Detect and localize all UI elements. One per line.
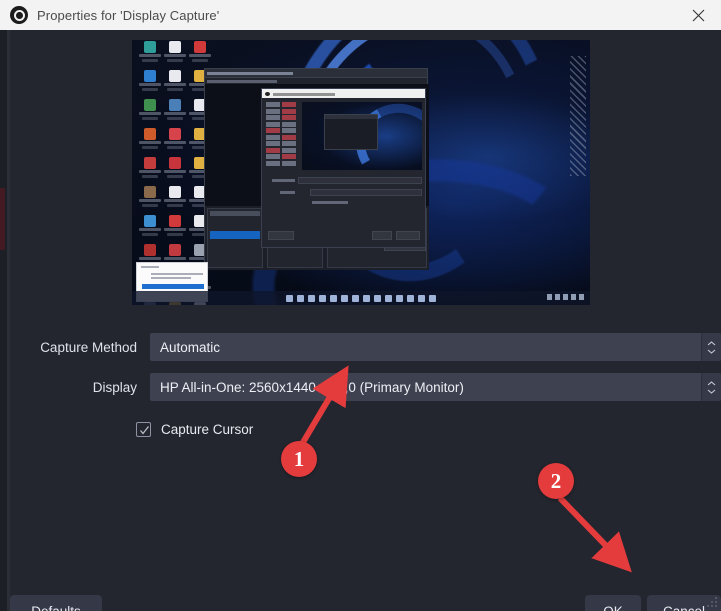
preview-taskbar-icon — [319, 294, 326, 302]
preview-tray-icon — [563, 294, 568, 300]
preview-taskbar-icon — [363, 294, 370, 302]
preview-taskbar — [132, 291, 590, 305]
preview-taskbar-icons — [286, 294, 436, 302]
preview-nested-button — [396, 231, 420, 240]
chevron-down-icon — [707, 389, 716, 394]
desktop-icon — [163, 70, 187, 96]
preview-tray-icon — [571, 294, 576, 300]
chevron-up-icon — [707, 340, 716, 345]
preview-nested-field — [310, 189, 422, 196]
preview-nested-properties-dialog — [261, 88, 426, 248]
display-dropdown[interactable]: HP All-in-One: 2560x1440 @ 0,0 (Primary … — [150, 373, 721, 401]
preview-taskbar-icon — [396, 294, 403, 302]
background-window-sliver — [0, 0, 7, 611]
display-value: HP All-in-One: 2560x1440 @ 0,0 (Primary … — [160, 379, 464, 395]
defaults-button[interactable]: Defaults — [10, 595, 102, 611]
preview-taskbar-icon — [385, 294, 392, 302]
preview-tray-icon — [547, 294, 552, 300]
title-bar[interactable]: Properties for 'Display Capture' — [0, 0, 721, 30]
desktop-icon — [138, 186, 162, 212]
capture-cursor-row[interactable]: Capture Cursor — [136, 422, 253, 437]
preview-nested-label — [272, 179, 295, 182]
desktop-icon — [138, 215, 162, 241]
desktop-icon — [138, 70, 162, 96]
display-spinner[interactable] — [701, 373, 721, 401]
capture-method-value: Automatic — [160, 339, 221, 355]
preview-nested-label — [312, 201, 348, 204]
preview-nested-preview — [302, 102, 422, 170]
preview-nested-titlebar — [262, 89, 425, 98]
preview-obs-titlebar — [205, 69, 427, 78]
close-icon — [692, 9, 704, 21]
desktop-icon — [138, 41, 162, 67]
preview-taskbar-icon — [341, 294, 348, 302]
capture-method-dropdown[interactable]: Automatic — [150, 333, 721, 361]
preview-taskbar-icon — [429, 294, 436, 302]
preview-tray-icon — [555, 294, 560, 300]
desktop-icon — [138, 128, 162, 154]
preview-hatched-region — [570, 56, 586, 176]
display-label: Display — [92, 379, 137, 395]
display-capture-preview — [132, 40, 590, 305]
desktop-icon — [138, 99, 162, 125]
preview-nested-icon-column — [266, 102, 298, 166]
desktop-icon — [163, 41, 187, 67]
preview-tray-icon — [579, 294, 584, 300]
desktop-icon — [138, 157, 162, 183]
desktop-icon — [163, 215, 187, 241]
preview-taskbar-icon — [297, 294, 304, 302]
preview-taskbar-icon — [407, 294, 414, 302]
preview-nested-button — [268, 231, 294, 240]
preview-selected-item — [142, 284, 204, 289]
preview-selected-row — [210, 231, 260, 239]
ok-button[interactable]: OK — [585, 595, 641, 611]
background-window-accent — [0, 188, 5, 250]
capture-cursor-label: Capture Cursor — [161, 422, 254, 437]
capture-cursor-checkbox[interactable] — [136, 422, 151, 437]
desktop-icon — [163, 99, 187, 125]
checkmark-icon — [139, 425, 149, 435]
dialog-body: Capture Method Automatic Display HP All-… — [10, 30, 721, 611]
preview-wallpaper — [132, 40, 590, 305]
preview-taskbar-icon — [374, 294, 381, 302]
desktop-icon — [163, 186, 187, 212]
annotation-badge-2: 2 — [538, 463, 574, 499]
capture-method-spinner[interactable] — [701, 333, 721, 361]
preview-nested-field — [298, 177, 422, 184]
chevron-up-icon — [707, 380, 716, 385]
preview-taskbar-icon — [418, 294, 425, 302]
preview-taskbar-icon — [286, 294, 293, 302]
obs-icon — [10, 6, 28, 24]
desktop-icon — [163, 128, 187, 154]
properties-dialog-window: Properties for 'Display Capture' Capture… — [0, 0, 721, 611]
display-row: Display HP All-in-One: 2560x1440 @ 0,0 (… — [22, 373, 721, 401]
resize-grip[interactable] — [707, 597, 718, 608]
capture-method-row: Capture Method Automatic — [22, 333, 721, 361]
preview-taskbar-icon — [330, 294, 337, 302]
preview-nested-window — [324, 114, 378, 150]
close-button[interactable] — [675, 0, 721, 30]
preview-scenes-dock — [207, 208, 263, 268]
preview-taskbar-icon — [308, 294, 315, 302]
desktop-icon — [163, 157, 187, 183]
preview-nested-button — [372, 231, 392, 240]
capture-method-label: Capture Method — [40, 339, 137, 355]
annotation-badge-1: 1 — [281, 441, 317, 477]
desktop-icon — [188, 41, 212, 67]
preview-taskbar-icon — [352, 294, 359, 302]
preview-nested-label — [280, 191, 295, 194]
preview-system-tray — [547, 294, 584, 300]
chevron-down-icon — [707, 349, 716, 354]
window-title: Properties for 'Display Capture' — [37, 7, 220, 23]
